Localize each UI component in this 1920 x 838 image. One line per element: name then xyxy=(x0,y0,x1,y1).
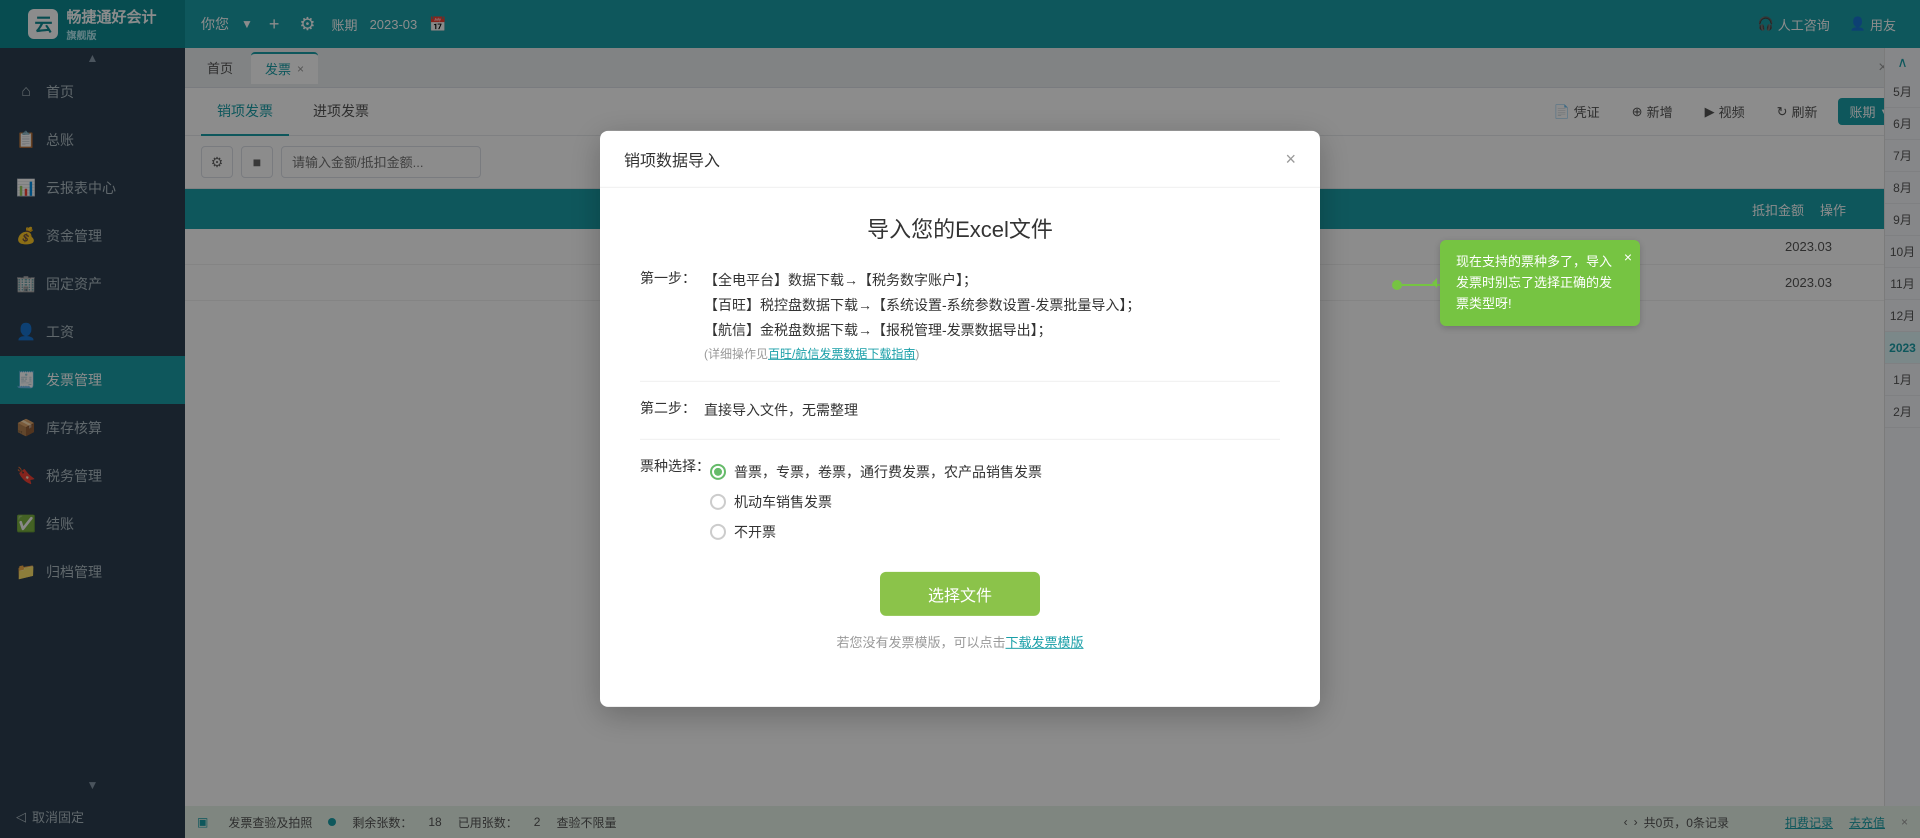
radio-normal[interactable]: 普票，专票，卷票，通行费发票，农产品销售发票 xyxy=(710,462,1042,482)
step2-label: 第二步： xyxy=(640,398,704,418)
template-note: 若您没有发票模版，可以点击下载发票模版 xyxy=(640,632,1280,651)
step1-line3: 【航信】金税盘数据下载→【报税管理-发票数据导出】； xyxy=(704,318,1140,343)
radio-no-invoice-circle xyxy=(710,524,726,540)
step2-row: 第二步： 直接导入文件，无需整理 xyxy=(640,398,1280,423)
select-file-button[interactable]: 选择文件 xyxy=(880,572,1040,616)
ticket-radio-group: 普票，专票，卷票，通行费发票，农产品销售发票 机动车销售发票 不开票 xyxy=(710,462,1042,542)
step1-label: 第一步： xyxy=(640,268,704,288)
ticket-row: 票种选择： 普票，专票，卷票，通行费发票，农产品销售发票 机动车销售发票 不开票 xyxy=(640,456,1280,548)
step1-line1: 【全电平台】数据下载→【税务数字账户】； xyxy=(704,268,1140,293)
modal-close-button[interactable]: × xyxy=(1285,148,1296,169)
radio-normal-label: 普票，专票，卷票，通行费发票，农产品销售发票 xyxy=(734,462,1042,482)
modal-divider-2 xyxy=(640,439,1280,440)
step2-text: 直接导入文件，无需整理 xyxy=(704,398,858,423)
modal-body: 导入您的Excel文件 第一步： 【全电平台】数据下载→【税务数字账户】； 【百… xyxy=(600,188,1320,675)
step1-row: 第一步： 【全电平台】数据下载→【税务数字账户】； 【百旺】税控盘数据下载→【系… xyxy=(640,268,1280,365)
radio-normal-circle xyxy=(710,464,726,480)
import-modal: 销项数据导入 × 导入您的Excel文件 第一步： 【全电平台】数据下载→【税务… xyxy=(600,131,1320,707)
tooltip-bubble: × 现在支持的票种多了，导入发票时别忘了选择正确的发票类型呀! xyxy=(1440,240,1640,326)
modal-header: 销项数据导入 × xyxy=(600,131,1320,188)
radio-no-invoice[interactable]: 不开票 xyxy=(710,522,1042,542)
tooltip-close-button[interactable]: × xyxy=(1624,246,1632,268)
radio-motor-label: 机动车销售发票 xyxy=(734,492,832,512)
modal-big-title: 导入您的Excel文件 xyxy=(640,212,1280,244)
step1-guide-link[interactable]: 百旺/航信发票数据下载指南 xyxy=(768,346,915,360)
step1-content: 【全电平台】数据下载→【税务数字账户】； 【百旺】税控盘数据下载→【系统设置-系… xyxy=(704,268,1140,365)
modal-divider-1 xyxy=(640,381,1280,382)
radio-no-invoice-label: 不开票 xyxy=(734,522,776,542)
tooltip-connector-dot xyxy=(1392,280,1402,290)
tooltip-text: 现在支持的票种多了，导入发票时别忘了选择正确的发票类型呀! xyxy=(1456,254,1612,311)
download-template-link[interactable]: 下载发票模版 xyxy=(1006,635,1084,650)
ticket-label: 票种选择： xyxy=(640,456,710,476)
step1-note-prefix: (详细操作见 xyxy=(704,346,768,360)
step1-note: (详细操作见百旺/航信发票数据下载指南) xyxy=(704,343,1140,365)
radio-motor[interactable]: 机动车销售发票 xyxy=(710,492,1042,512)
modal-title: 销项数据导入 xyxy=(624,147,720,171)
radio-motor-circle xyxy=(710,494,726,510)
template-note-prefix: 若您没有发票模版，可以点击 xyxy=(836,635,1005,650)
step1-line2: 【百旺】税控盘数据下载→【系统设置-系统参数设置-发票批量导入】； xyxy=(704,293,1140,318)
